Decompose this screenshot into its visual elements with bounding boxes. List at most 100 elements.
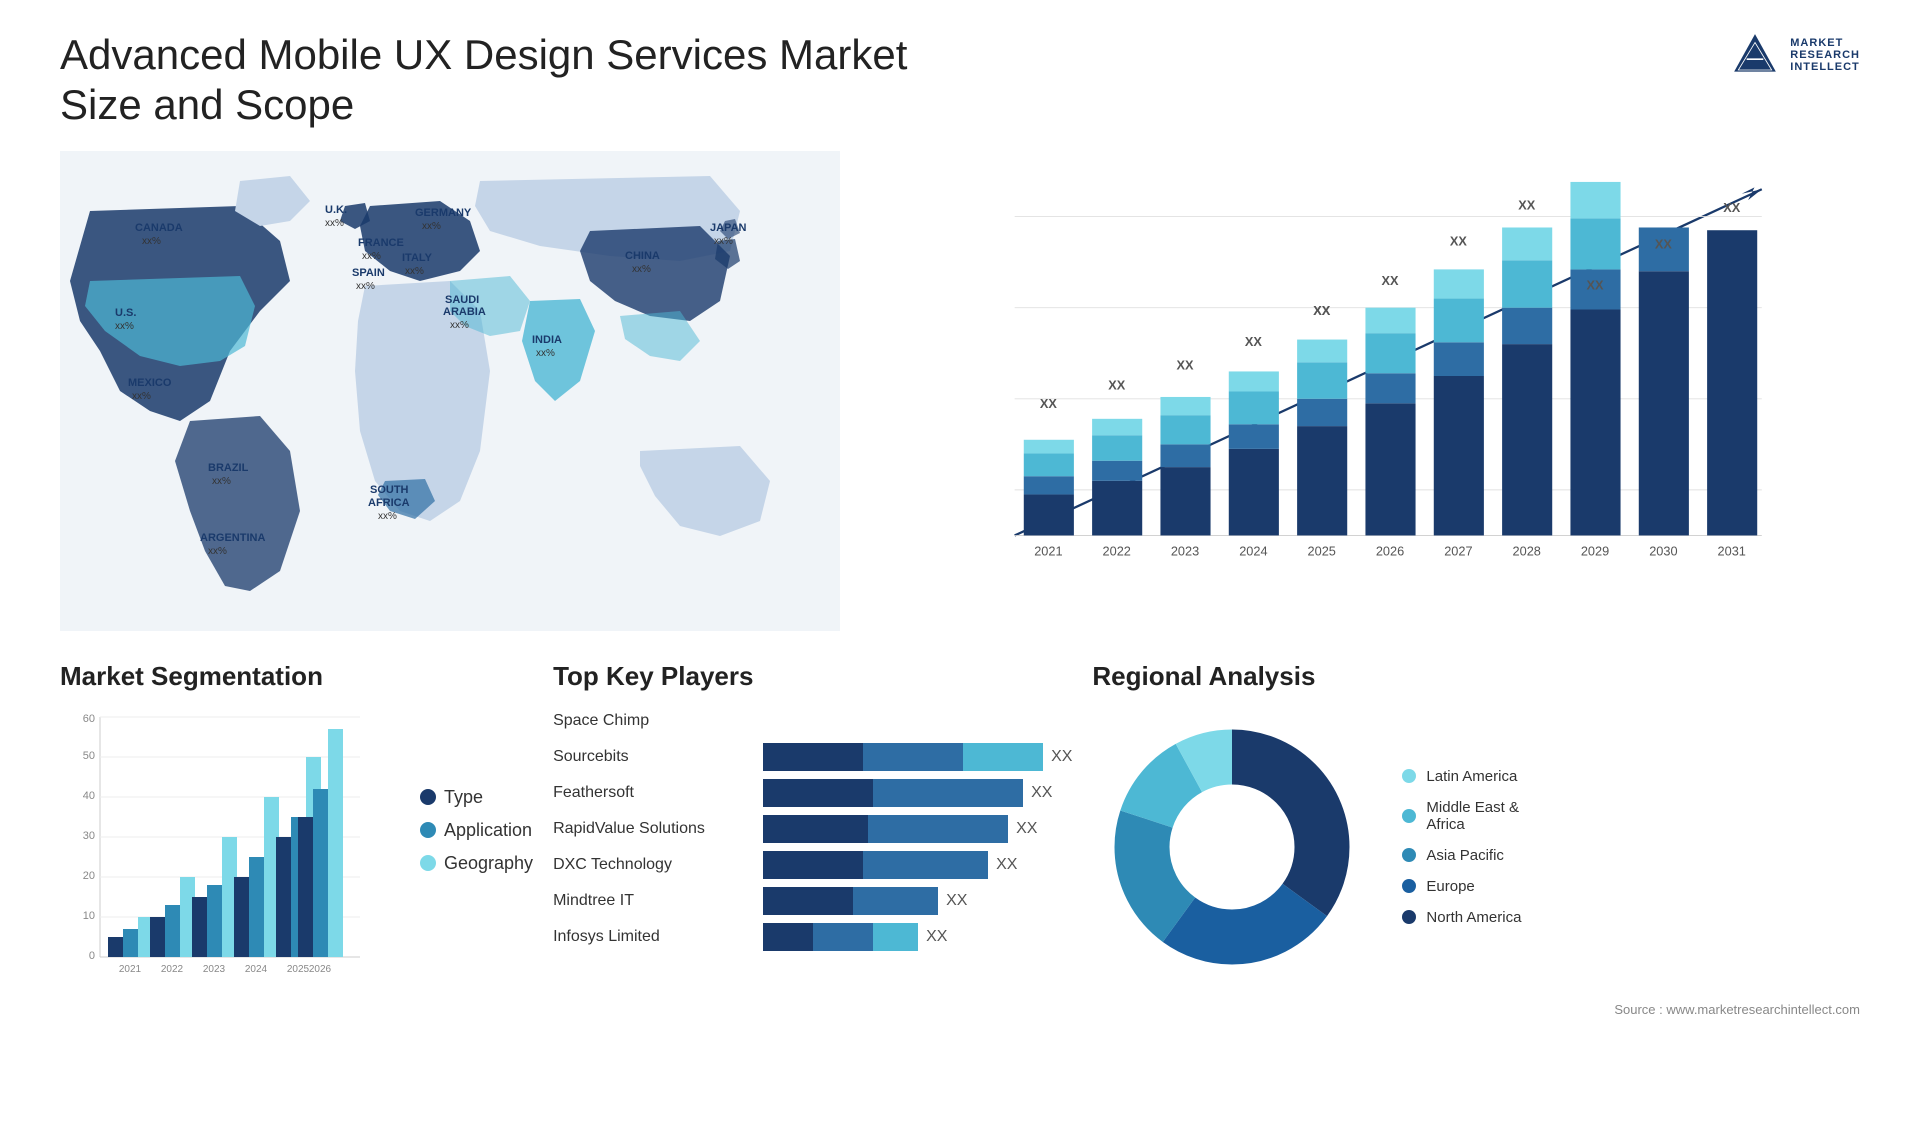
svg-text:2021: 2021 [119,964,142,975]
svg-text:XX: XX [1177,357,1195,372]
bar-chart-svg: XX XX XX XX [900,171,1840,581]
list-item: RapidValue Solutions XX [553,815,1072,843]
svg-text:xx%: xx% [422,221,441,232]
svg-text:XX: XX [1450,233,1468,248]
page-container: Advanced Mobile UX Design Services Marke… [0,0,1920,1146]
svg-text:XX: XX [1587,277,1605,292]
list-item: Space Chimp [553,707,1072,735]
svg-text:CANADA: CANADA [135,222,183,234]
segmentation-chart: 0 10 20 30 40 50 60 [60,707,380,1007]
world-map: CANADA xx% U.S. xx% MEXICO xx% BRAZIL xx… [60,151,840,631]
svg-text:2027: 2027 [1444,543,1472,558]
svg-text:ITALY: ITALY [402,252,433,264]
donut-section: Latin America Middle East &Africa Asia P… [1092,707,1860,987]
top-section: CANADA xx% U.S. xx% MEXICO xx% BRAZIL xx… [60,151,1860,631]
latin-america-dot [1402,769,1416,783]
north-america-dot [1402,910,1416,924]
svg-text:2026: 2026 [1376,543,1404,558]
legend-geography: Geography [420,853,533,874]
svg-text:xx%: xx% [714,236,733,247]
svg-text:XX: XX [1313,303,1331,318]
svg-text:xx%: xx% [212,476,231,487]
svg-text:xx%: xx% [536,348,555,359]
legend-type: Type [420,787,533,808]
list-item: Infosys Limited XX [553,923,1072,951]
svg-text:0: 0 [89,950,95,962]
bottom-section: Market Segmentation 0 10 20 30 40 50 [60,661,1860,1061]
svg-text:U.S.: U.S. [115,307,136,319]
svg-text:ARGENTINA: ARGENTINA [200,532,265,544]
svg-text:2023: 2023 [1171,543,1199,558]
svg-text:xx%: xx% [115,321,134,332]
legend-north-america: North America [1402,909,1521,926]
asia-pacific-dot [1402,848,1416,862]
source-text: Source : www.marketresearchintellect.com [1092,1002,1860,1017]
svg-text:2021: 2021 [1034,543,1062,558]
players-list: Space Chimp Sourcebits XX [553,707,1072,951]
svg-text:2030: 2030 [1649,543,1677,558]
svg-text:50: 50 [83,750,95,762]
svg-text:CHINA: CHINA [625,250,660,262]
svg-text:xx%: xx% [362,251,381,262]
list-item: Sourcebits XX [553,743,1072,771]
svg-text:XX: XX [1108,377,1126,392]
segment-legend: Type Application Geography [420,787,533,874]
svg-text:JAPAN: JAPAN [710,222,747,234]
svg-text:2025: 2025 [287,964,310,975]
logo-text: MARKET RESEARCH INTELLECT [1790,37,1860,73]
segmentation-section: Market Segmentation 0 10 20 30 40 50 [60,661,533,1061]
svg-text:xx%: xx% [356,281,375,292]
page-title: Advanced Mobile UX Design Services Marke… [60,30,960,131]
svg-text:40: 40 [83,790,95,802]
svg-text:xx%: xx% [450,320,469,331]
svg-text:2022: 2022 [1103,543,1131,558]
svg-text:30: 30 [83,830,95,842]
regional-section: Regional Analysis [1092,661,1860,1061]
svg-text:xx%: xx% [132,391,151,402]
logo: MARKET RESEARCH INTELLECT [1730,30,1860,80]
svg-text:2024: 2024 [245,964,268,975]
svg-text:XX: XX [1040,396,1058,411]
svg-text:2028: 2028 [1513,543,1541,558]
geography-dot [420,855,436,871]
header: Advanced Mobile UX Design Services Marke… [60,30,1860,131]
svg-text:GERMANY: GERMANY [415,207,472,219]
svg-text:2024: 2024 [1239,543,1267,558]
svg-text:10: 10 [83,910,95,922]
svg-text:20: 20 [83,870,95,882]
list-item: Feathersoft XX [553,779,1072,807]
svg-text:AFRICA: AFRICA [368,497,410,509]
svg-text:XX: XX [1382,273,1400,288]
key-players-section: Top Key Players Space Chimp Sourcebits [553,661,1072,1061]
svg-text:XX: XX [1723,200,1741,215]
svg-text:FRANCE: FRANCE [358,237,404,249]
svg-text:MEXICO: MEXICO [128,377,172,389]
svg-text:U.K.: U.K. [325,204,347,216]
svg-text:xx%: xx% [378,511,397,522]
svg-text:2022: 2022 [161,964,184,975]
key-players-title: Top Key Players [553,661,1072,692]
svg-text:xx%: xx% [142,236,161,247]
svg-text:xx%: xx% [632,264,651,275]
legend-latin-america: Latin America [1402,768,1521,785]
svg-text:2023: 2023 [203,964,226,975]
svg-text:2029: 2029 [1581,543,1609,558]
type-dot [420,789,436,805]
svg-text:60: 60 [83,713,95,725]
svg-text:xx%: xx% [325,218,344,229]
europe-dot [1402,879,1416,893]
svg-text:XX: XX [1518,197,1536,212]
legend-asia-pacific: Asia Pacific [1402,847,1521,864]
list-item: Mindtree IT XX [553,887,1072,915]
svg-text:ARABIA: ARABIA [443,306,486,318]
map-container: CANADA xx% U.S. xx% MEXICO xx% BRAZIL xx… [60,151,840,631]
regional-legend: Latin America Middle East &Africa Asia P… [1402,768,1521,926]
donut-chart [1092,707,1372,987]
svg-text:INDIA: INDIA [532,334,562,346]
svg-text:XX: XX [1655,236,1673,251]
svg-text:2025: 2025 [1308,543,1336,558]
svg-text:SPAIN: SPAIN [352,267,385,279]
svg-text:SOUTH: SOUTH [370,484,409,496]
svg-text:SAUDI: SAUDI [445,294,479,306]
svg-text:xx%: xx% [208,546,227,557]
